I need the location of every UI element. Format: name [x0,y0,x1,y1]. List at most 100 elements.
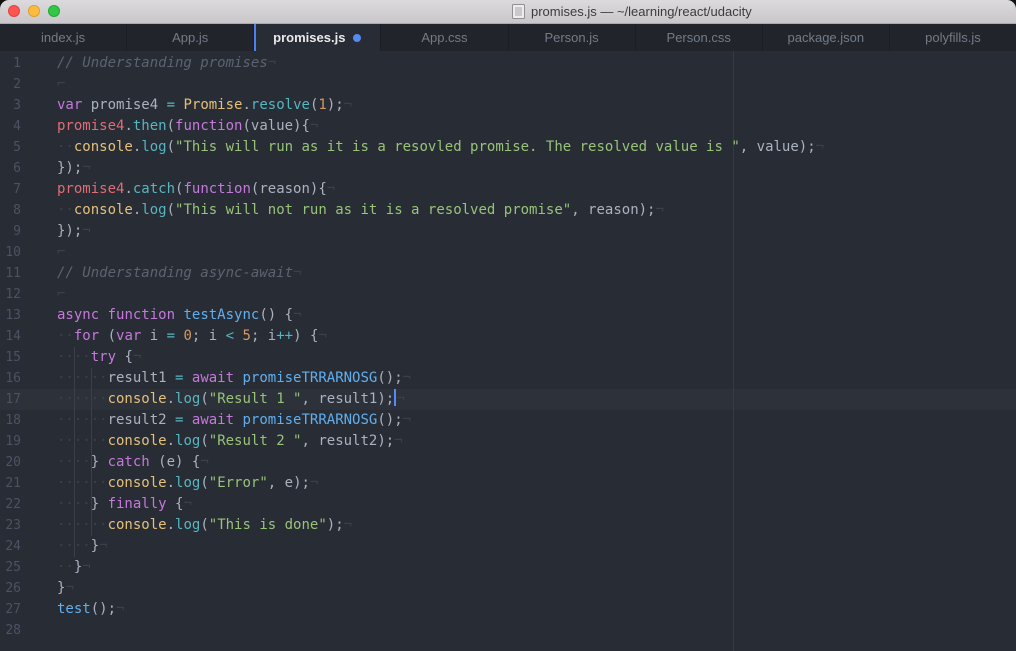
token-mth: log [175,433,200,449]
line-number: 26 [0,578,21,599]
code-line[interactable]: 7promise4.catch(function(reason){¬ [0,179,1016,200]
window-title: promises.js — ~/learning/react/udacity [531,4,752,19]
code-line[interactable]: 19······console.log("Result 2 ", result2… [0,431,1016,452]
token-fg: ( [167,139,175,155]
minimize-window-button[interactable] [28,5,40,17]
eol-marker-icon: ¬ [344,97,352,113]
code-line[interactable]: 14··for (var i = 0; i < 5; i++) {¬ [0,326,1016,347]
tab-person-js[interactable]: Person.js [509,24,636,51]
code-line[interactable]: 4promise4.then(function(value){¬ [0,116,1016,137]
code-line[interactable]: 20····} catch (e) {¬ [0,452,1016,473]
token-fg: ( [167,202,175,218]
line-number: 12 [0,284,21,305]
code-text: ······result1 = await promiseTRRARNOSG()… [21,368,411,389]
line-number: 21 [0,473,21,494]
line-number: 5 [0,137,21,158]
tab-label: index.js [41,30,85,45]
token-fg: ( [200,391,208,407]
token-fg: (); [91,601,116,617]
token-kw: var [57,97,82,113]
code-line[interactable]: 23······console.log("This is done");¬ [0,515,1016,536]
tab-person-css[interactable]: Person.css [636,24,763,51]
whitespace-dots: ······ [57,391,108,407]
line-number: 24 [0,536,21,557]
modified-dot-icon [353,34,361,42]
code-line[interactable]: 27test();¬ [0,599,1016,620]
code-line[interactable]: 24····}¬ [0,536,1016,557]
code-line[interactable]: 28 [0,620,1016,641]
token-fg: } [91,454,108,470]
code-line[interactable]: 5··console.log("This will run as it is a… [0,137,1016,158]
eol-marker-icon: ¬ [65,580,73,596]
code-line[interactable]: 26}¬ [0,578,1016,599]
code-text: ··}¬ [21,557,91,578]
tab-label: polyfills.js [925,30,981,45]
token-str: "This will not run as it is a resolved p… [175,202,571,218]
code-line[interactable]: 11// Understanding async-await¬ [0,263,1016,284]
code-editor[interactable]: 1// Understanding promises¬2⌐3var promis… [0,51,1016,651]
zoom-window-button[interactable] [48,5,60,17]
code-text: ··console.log("This will run as it is a … [21,137,824,158]
eol-marker-icon: ¬ [99,538,107,554]
token-mth: resolve [251,97,310,113]
eol-marker-icon: ¬ [310,475,318,491]
tab-app-css[interactable]: App.css [381,24,508,51]
code-line[interactable]: 1// Understanding promises¬ [0,53,1016,74]
code-line[interactable]: 17······console.log("Result 1 ", result1… [0,389,1016,410]
token-fg: } [91,538,99,554]
code-line[interactable]: 16······result1 = await promiseTRRARNOSG… [0,368,1016,389]
code-line[interactable]: 12⌐ [0,284,1016,305]
tab-index-js[interactable]: index.js [0,24,127,51]
whitespace-dots: ···· [57,349,91,365]
code-line[interactable]: 2⌐ [0,74,1016,95]
eol-marker-icon: ¬ [327,181,335,197]
token-op: = [167,328,175,344]
token-fg: ) { [293,328,318,344]
line-number: 10 [0,242,21,263]
eol-marker-icon: ¬ [394,433,402,449]
line-number: 18 [0,410,21,431]
token-kw: function [108,307,175,323]
token-fg: , reason); [571,202,655,218]
token-fg: ( [200,475,208,491]
tab-label: package.json [788,30,865,45]
close-window-button[interactable] [8,5,20,17]
token-fg: . [124,118,132,134]
code-line[interactable]: 18······result2 = await promiseTRRARNOSG… [0,410,1016,431]
code-text: ··console.log("This will not run as it i… [21,200,664,221]
code-line[interactable]: 13async function testAsync() {¬ [0,305,1016,326]
token-kw: try [91,349,116,365]
code-text: promise4.then(function(value){¬ [21,116,318,137]
tab-label: Person.js [544,30,598,45]
line-number: 19 [0,431,21,452]
code-line[interactable]: 3var promise4 = Promise.resolve(1);¬ [0,95,1016,116]
code-line[interactable]: 15····try {¬ [0,347,1016,368]
code-line[interactable]: 6});¬ [0,158,1016,179]
token-fg: , e); [268,475,310,491]
code-text: var promise4 = Promise.resolve(1);¬ [21,95,352,116]
title-group: promises.js — ~/learning/react/udacity [512,0,752,23]
tab-package-json[interactable]: package.json [763,24,890,51]
token-mth: catch [133,181,175,197]
token-mth: log [141,202,166,218]
token-fg: i [141,328,166,344]
whitespace-dots: ······ [57,517,108,533]
code-line[interactable]: 8··console.log("This will not run as it … [0,200,1016,221]
token-fg: (reason){ [251,181,327,197]
whitespace-dots: ·· [57,328,74,344]
traffic-lights [8,5,60,17]
line-number: 17 [0,389,21,410]
code-line[interactable]: 22····} finally {¬ [0,494,1016,515]
code-line[interactable]: 9});¬ [0,221,1016,242]
tab-promises-js[interactable]: promises.js [254,24,381,51]
eol-marker-icon: ⌐ [57,244,65,260]
code-line[interactable]: 21······console.log("Error", e);¬ [0,473,1016,494]
code-line[interactable]: 25··}¬ [0,557,1016,578]
token-cls: console [108,517,167,533]
code-line[interactable]: 10 ⌐ [0,242,1016,263]
tab-label: Person.css [667,30,731,45]
tab-polyfills-js[interactable]: polyfills.js [890,24,1016,51]
eol-marker-icon: ¬ [656,202,664,218]
code-text: ······console.log("Result 2 ", result2);… [21,431,403,452]
tab-app-js[interactable]: App.js [127,24,254,51]
